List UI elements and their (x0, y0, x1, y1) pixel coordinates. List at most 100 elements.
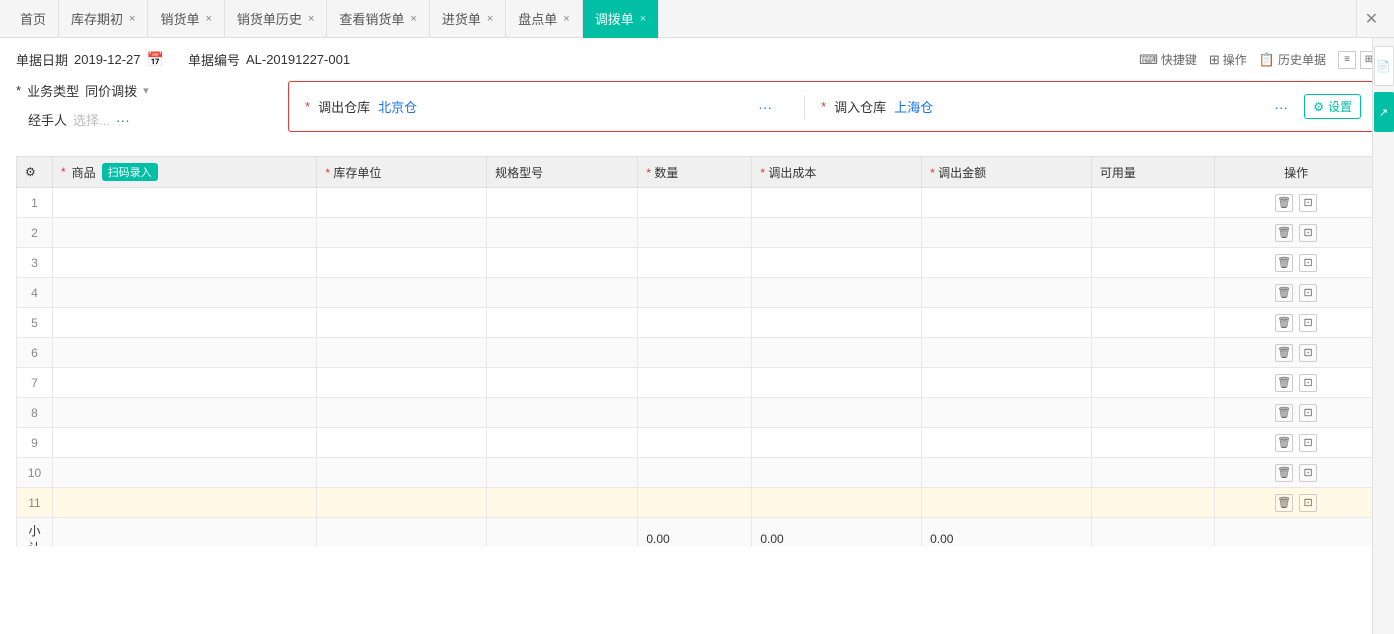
row-9-spec[interactable] (487, 428, 638, 458)
source-warehouse-value[interactable]: 北京仓 (378, 97, 417, 116)
row-5-product[interactable] (53, 308, 317, 338)
row-3-cost[interactable] (752, 248, 922, 278)
row-2-copy-icon[interactable]: ⊡ (1299, 224, 1317, 242)
row-3-amount[interactable] (922, 248, 1092, 278)
tab-view-sales[interactable]: 查看销货单 × (327, 0, 429, 38)
row-8-amount[interactable] (922, 398, 1092, 428)
tab-close-view-sales[interactable]: × (410, 13, 416, 25)
row-3-available[interactable] (1091, 248, 1214, 278)
row-6-amount[interactable] (922, 338, 1092, 368)
row-11-copy-icon[interactable]: ⊡ (1299, 494, 1317, 512)
handler-placeholder[interactable]: 选择... (73, 110, 110, 129)
row-1-unit[interactable] (317, 188, 487, 218)
row-7-copy-icon[interactable]: ⊡ (1299, 374, 1317, 392)
tab-transfer-order[interactable]: 调拨单 × (583, 0, 659, 38)
row-4-qty[interactable] (638, 278, 752, 308)
tab-close-purchase-order[interactable]: × (487, 13, 493, 25)
row-1-product[interactable] (53, 188, 317, 218)
row-3-copy-icon[interactable]: ⊡ (1299, 254, 1317, 272)
row-1-amount[interactable] (922, 188, 1092, 218)
row-5-amount[interactable] (922, 308, 1092, 338)
operation-button[interactable]: ⊞ 操作 (1209, 51, 1247, 68)
business-type-value[interactable]: 同价调拨 (85, 81, 137, 100)
row-6-copy-icon[interactable]: ⊡ (1299, 344, 1317, 362)
row-7-spec[interactable] (487, 368, 638, 398)
row-8-delete-icon[interactable]: 🗑 (1275, 404, 1293, 422)
row-7-product[interactable] (53, 368, 317, 398)
row-6-product[interactable] (53, 338, 317, 368)
row-9-unit[interactable] (317, 428, 487, 458)
row-4-spec[interactable] (487, 278, 638, 308)
row-7-cost[interactable] (752, 368, 922, 398)
row-10-qty[interactable] (638, 458, 752, 488)
tab-sales-history[interactable]: 销货单历史 × (225, 0, 327, 38)
row-9-copy-icon[interactable]: ⊡ (1299, 434, 1317, 452)
row-9-qty[interactable] (638, 428, 752, 458)
tab-close-transfer-order[interactable]: × (640, 13, 646, 25)
row-10-amount[interactable] (922, 458, 1092, 488)
row-4-cost[interactable] (752, 278, 922, 308)
th-settings[interactable]: ⚙ (17, 157, 53, 188)
row-8-cost[interactable] (752, 398, 922, 428)
row-2-qty[interactable] (638, 218, 752, 248)
row-9-available[interactable] (1091, 428, 1214, 458)
row-8-qty[interactable] (638, 398, 752, 428)
row-9-cost[interactable] (752, 428, 922, 458)
target-warehouse-more-icon[interactable]: ··· (1274, 99, 1304, 115)
row-9-delete-icon[interactable]: 🗑 (1275, 434, 1293, 452)
row-11-spec[interactable] (487, 488, 638, 518)
row-2-available[interactable] (1091, 218, 1214, 248)
tab-close-inventory-check[interactable]: × (563, 13, 569, 25)
row-7-amount[interactable] (922, 368, 1092, 398)
row-11-qty[interactable] (638, 488, 752, 518)
tab-close-sales-order[interactable]: × (205, 13, 211, 25)
row-1-spec[interactable] (487, 188, 638, 218)
row-8-unit[interactable] (317, 398, 487, 428)
tab-sales-order[interactable]: 销货单 × (148, 0, 224, 38)
row-10-product[interactable] (53, 458, 317, 488)
row-2-unit[interactable] (317, 218, 487, 248)
row-3-qty[interactable] (638, 248, 752, 278)
handler-more-icon[interactable]: ··· (116, 112, 130, 128)
sidebar-expand-icon[interactable]: ↗ (1374, 92, 1394, 132)
calendar-icon[interactable]: 📅 (147, 51, 164, 68)
row-2-amount[interactable] (922, 218, 1092, 248)
row-5-qty[interactable] (638, 308, 752, 338)
source-warehouse-more-icon[interactable]: ··· (758, 99, 788, 115)
row-3-delete-icon[interactable]: 🗑 (1275, 254, 1293, 272)
scan-entry-button[interactable]: 扫码录入 (102, 163, 158, 181)
row-10-copy-icon[interactable]: ⊡ (1299, 464, 1317, 482)
row-10-spec[interactable] (487, 458, 638, 488)
row-6-spec[interactable] (487, 338, 638, 368)
row-10-unit[interactable] (317, 458, 487, 488)
row-2-cost[interactable] (752, 218, 922, 248)
row-4-amount[interactable] (922, 278, 1092, 308)
settings-button[interactable]: ⚙ 设置 (1304, 94, 1361, 119)
row-4-unit[interactable] (317, 278, 487, 308)
row-1-delete-icon[interactable]: 🗑 (1275, 194, 1293, 212)
row-4-product[interactable] (53, 278, 317, 308)
target-warehouse-value[interactable]: 上海仓 (894, 97, 933, 116)
row-6-cost[interactable] (752, 338, 922, 368)
row-7-delete-icon[interactable]: 🗑 (1275, 374, 1293, 392)
row-11-cost[interactable] (752, 488, 922, 518)
row-4-delete-icon[interactable]: 🗑 (1275, 284, 1293, 302)
history-doc-button[interactable]: 📋 历史单据 (1259, 51, 1326, 68)
tab-close-inventory-init[interactable]: × (129, 13, 135, 25)
business-type-dropdown-arrow[interactable]: ▾ (143, 84, 149, 97)
row-5-available[interactable] (1091, 308, 1214, 338)
row-1-copy-icon[interactable]: ⊡ (1299, 194, 1317, 212)
row-5-cost[interactable] (752, 308, 922, 338)
row-5-unit[interactable] (317, 308, 487, 338)
row-1-available[interactable] (1091, 188, 1214, 218)
row-11-amount[interactable] (922, 488, 1092, 518)
window-close-button[interactable]: ✕ (1356, 0, 1386, 38)
row-11-unit[interactable] (317, 488, 487, 518)
row-10-available[interactable] (1091, 458, 1214, 488)
row-8-spec[interactable] (487, 398, 638, 428)
tab-inventory-check[interactable]: 盘点单 × (506, 0, 582, 38)
table-settings-icon[interactable]: ⚙ (25, 165, 36, 179)
sidebar-doc-icon[interactable]: 📄 (1374, 46, 1394, 86)
row-9-amount[interactable] (922, 428, 1092, 458)
row-6-unit[interactable] (317, 338, 487, 368)
